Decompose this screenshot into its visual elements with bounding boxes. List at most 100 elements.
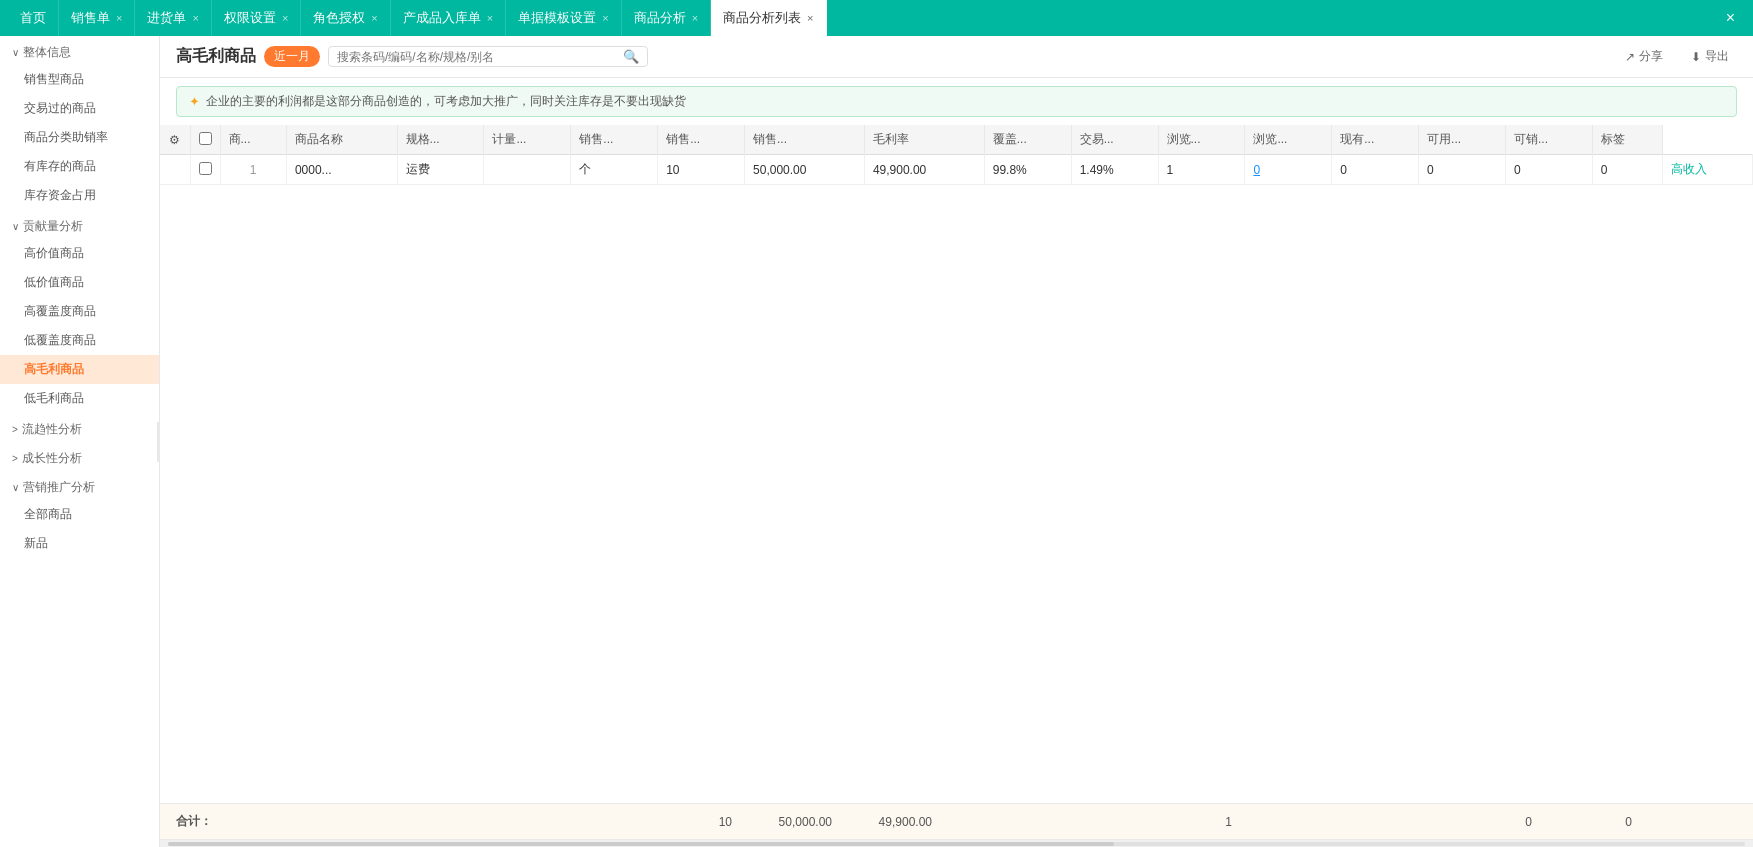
sidebar-item-category-rate[interactable]: 商品分类助销率	[0, 123, 159, 152]
export-icon: ⬇	[1691, 50, 1701, 64]
row-settings	[160, 155, 190, 185]
close-icon[interactable]: ×	[116, 12, 122, 24]
col-header-unit[interactable]: 计量...	[484, 125, 571, 155]
row-browse1[interactable]: 0	[1245, 155, 1332, 185]
nav-item-analysis[interactable]: 商品分析 ×	[622, 0, 711, 36]
col-header-browse2[interactable]: 浏览...	[1245, 125, 1332, 155]
nav-item-sales[interactable]: 销售单 ×	[59, 0, 135, 36]
info-icon: ✦	[189, 94, 200, 109]
main-layout: « ∨ 整体信息 销售型商品 交易过的商品 商品分类助销率 有库存的商品 库存资…	[0, 36, 1753, 847]
row-spec	[484, 155, 571, 185]
sidebar-item-low-coverage[interactable]: 低覆盖度商品	[0, 326, 159, 355]
nav-item-purchase[interactable]: 进货单 ×	[135, 0, 211, 36]
sidebar-item-new-products[interactable]: 新品	[0, 529, 159, 558]
table-row: 1 0000... 运费 个 10 50,000.00 49,900.00 99…	[160, 155, 1753, 185]
row-select-checkbox[interactable]	[199, 162, 212, 175]
horizontal-scrollbar[interactable]	[160, 839, 1753, 847]
row-coverage: 1.49%	[1071, 155, 1158, 185]
page-title: 高毛利商品	[176, 46, 256, 67]
col-header-spec[interactable]: 规格...	[397, 125, 484, 155]
col-header-sale-qty[interactable]: 销售...	[571, 125, 658, 155]
close-icon[interactable]: ×	[371, 12, 377, 24]
nav-item-product-entry[interactable]: 产成品入库单 ×	[391, 0, 506, 36]
col-header-check[interactable]	[190, 125, 220, 155]
col-header-code[interactable]: 商...	[220, 125, 286, 155]
footer-label: 合计：	[176, 813, 212, 830]
chevron-down-icon: ∨	[12, 221, 19, 232]
col-header-sale-amount[interactable]: 销售...	[658, 125, 745, 155]
row-browse2: 0	[1332, 155, 1419, 185]
header-actions: ↗ 分享 ⬇ 导出	[1617, 44, 1737, 69]
footer-current-stock: 0	[1452, 815, 1532, 829]
sidebar: « ∨ 整体信息 销售型商品 交易过的商品 商品分类助销率 有库存的商品 库存资…	[0, 36, 160, 847]
row-available: 0	[1505, 155, 1592, 185]
col-header-gross-margin[interactable]: 毛利率	[864, 125, 984, 155]
nav-item-template[interactable]: 单据模板设置 ×	[506, 0, 621, 36]
col-header-saleable[interactable]: 可销...	[1505, 125, 1592, 155]
scroll-thumb[interactable]	[168, 842, 1114, 846]
row-sale-amount: 50,000.00	[745, 155, 865, 185]
export-button[interactable]: ⬇ 导出	[1683, 44, 1737, 69]
footer-available: 0	[1552, 815, 1632, 829]
col-header-browse1[interactable]: 浏览...	[1158, 125, 1245, 155]
share-button[interactable]: ↗ 分享	[1617, 44, 1671, 69]
chevron-right-icon: >	[12, 424, 18, 435]
sidebar-group-growth[interactable]: > 成长性分析	[0, 442, 159, 471]
close-icon[interactable]: ×	[487, 12, 493, 24]
footer-trade: 1	[1152, 815, 1232, 829]
chevron-right-icon: >	[12, 453, 18, 464]
filter-button[interactable]: 近一月	[264, 46, 320, 67]
close-icon[interactable]: ×	[282, 12, 288, 24]
sidebar-item-stock-capital[interactable]: 库存资金占用	[0, 181, 159, 210]
sidebar-collapse-button[interactable]: «	[157, 422, 160, 462]
sidebar-item-all-products[interactable]: 全部商品	[0, 500, 159, 529]
footer-sale-amount: 50,000.00	[752, 815, 832, 829]
row-checkbox[interactable]	[190, 155, 220, 185]
nav-item-permissions[interactable]: 权限设置 ×	[212, 0, 301, 36]
info-banner: ✦ 企业的主要的利润都是这部分商品创造的，可考虑加大推广，同时关注库存是不要出现…	[176, 86, 1737, 117]
row-current-stock: 0	[1419, 155, 1506, 185]
sidebar-group-contribution[interactable]: ∨ 贡献量分析	[0, 210, 159, 239]
col-header-name[interactable]: 商品名称	[286, 125, 397, 155]
chevron-down-icon: ∨	[12, 47, 19, 58]
col-header-coverage[interactable]: 覆盖...	[984, 125, 1071, 155]
close-icon[interactable]: ×	[692, 12, 698, 24]
content-header: 高毛利商品 近一月 🔍 ↗ 分享 ⬇ 导出	[160, 36, 1753, 78]
col-header-available[interactable]: 可用...	[1419, 125, 1506, 155]
sidebar-group-trend[interactable]: > 流趋性分析	[0, 413, 159, 442]
sidebar-group-marketing[interactable]: ∨ 营销推广分析	[0, 471, 159, 500]
close-all-button[interactable]: ×	[1716, 9, 1745, 27]
sidebar-item-in-stock[interactable]: 有库存的商品	[0, 152, 159, 181]
row-name: 运费	[397, 155, 484, 185]
share-icon: ↗	[1625, 50, 1635, 64]
row-saleable: 0	[1592, 155, 1662, 185]
col-header-tag[interactable]: 标签	[1592, 125, 1662, 155]
close-icon[interactable]: ×	[192, 12, 198, 24]
sidebar-group-overview[interactable]: ∨ 整体信息	[0, 36, 159, 65]
col-header-sale-cost[interactable]: 销售...	[745, 125, 865, 155]
col-header-settings[interactable]: ⚙	[160, 125, 190, 155]
select-all-checkbox[interactable]	[199, 132, 212, 145]
row-unit: 个	[571, 155, 658, 185]
sidebar-item-low-value[interactable]: 低价值商品	[0, 268, 159, 297]
content-area: 高毛利商品 近一月 🔍 ↗ 分享 ⬇ 导出 ✦ 企业的主要的利润都是这部分商品创…	[160, 36, 1753, 847]
search-input[interactable]	[337, 50, 619, 64]
col-header-current-stock[interactable]: 现有...	[1332, 125, 1419, 155]
col-header-trade[interactable]: 交易...	[1071, 125, 1158, 155]
row-index: 1	[220, 155, 286, 185]
row-code: 0000...	[286, 155, 397, 185]
sidebar-item-low-margin[interactable]: 低毛利商品	[0, 384, 159, 413]
search-icon[interactable]: 🔍	[623, 49, 639, 64]
table-container: ⚙ 商... 商品名称 规格... 计量...	[160, 125, 1753, 803]
sidebar-item-high-value[interactable]: 高价值商品	[0, 239, 159, 268]
sidebar-item-high-coverage[interactable]: 高覆盖度商品	[0, 297, 159, 326]
close-icon[interactable]: ×	[807, 12, 813, 24]
sidebar-item-high-margin[interactable]: 高毛利商品	[0, 355, 159, 384]
nav-item-roles[interactable]: 角色授权 ×	[301, 0, 390, 36]
sidebar-item-sales-product[interactable]: 销售型商品	[0, 65, 159, 94]
nav-item-home[interactable]: 首页	[8, 0, 59, 36]
nav-item-analysis-list[interactable]: 商品分析列表 ×	[711, 0, 826, 36]
footer-sale-qty: 10	[652, 815, 732, 829]
close-icon[interactable]: ×	[602, 12, 608, 24]
sidebar-item-traded-product[interactable]: 交易过的商品	[0, 94, 159, 123]
